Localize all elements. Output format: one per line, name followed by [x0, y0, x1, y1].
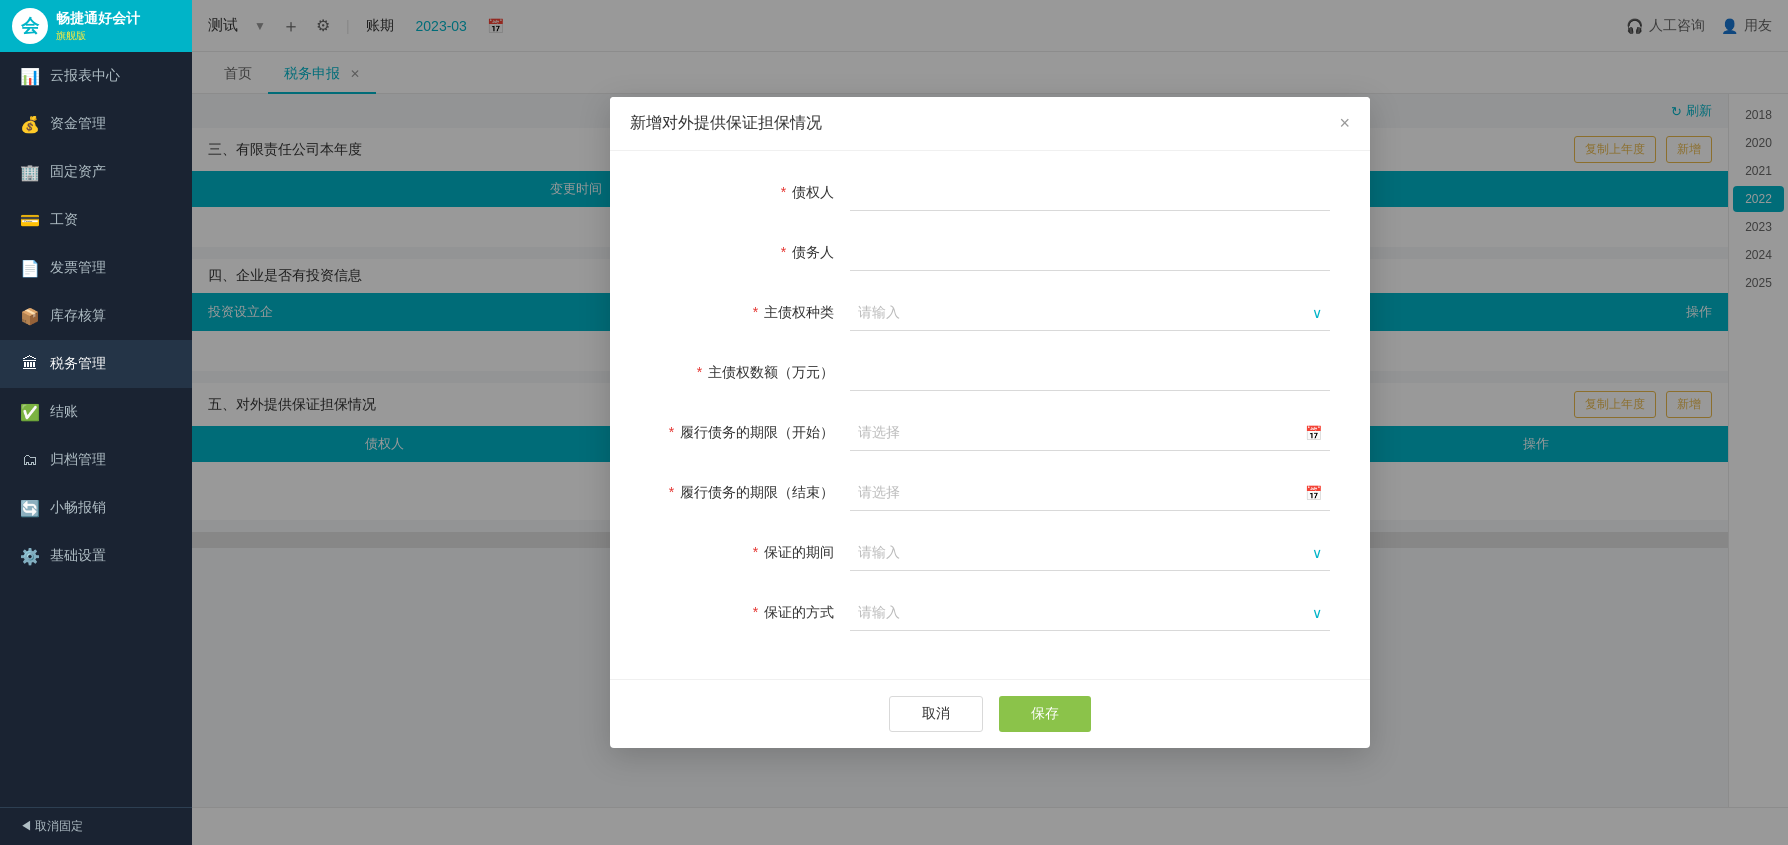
tax-icon: 🏛 — [20, 354, 40, 374]
guarantee-period-chevron-icon: ∨ — [1312, 545, 1322, 561]
sidebar-item-invoice-mgmt[interactable]: 📄 发票管理 — [0, 244, 192, 292]
fixed-assets-icon: 🏢 — [20, 162, 40, 182]
sidebar-item-settlement[interactable]: ✅ 结账 — [0, 388, 192, 436]
sidebar-item-label: 资金管理 — [50, 115, 106, 133]
form-row-creditor: * 债权人 — [650, 175, 1330, 211]
sidebar-item-basic-settings[interactable]: ⚙️ 基础设置 — [0, 532, 192, 580]
form-row-perform-start: * 履行债务的期限（开始） 请选择 📅 — [650, 415, 1330, 451]
sidebar-item-archive[interactable]: 🗂 归档管理 — [0, 436, 192, 484]
sidebar-item-label: 结账 — [50, 403, 78, 421]
modal-body: * 债权人 * 债务人 — [610, 151, 1370, 679]
sidebar-item-label: 发票管理 — [50, 259, 106, 277]
undo-fixed-button[interactable]: ◀ 取消固定 — [0, 807, 192, 845]
logo-icon: 会 — [12, 8, 48, 44]
form-label-guarantee-method: * 保证的方式 — [650, 604, 850, 622]
creditor-input[interactable] — [850, 175, 1330, 211]
sidebar-item-label: 库存核算 — [50, 307, 106, 325]
logo-name: 畅捷通好会计 — [56, 9, 140, 27]
app-logo: 会 畅捷通好会计 旗舰版 — [0, 0, 192, 52]
form-row-debtor: * 债务人 — [650, 235, 1330, 271]
sidebar-item-cloud-reports[interactable]: 📊 云报表中心 — [0, 52, 192, 100]
cancel-button[interactable]: 取消 — [889, 696, 983, 732]
modal-close-button[interactable]: × — [1339, 113, 1350, 134]
fund-mgmt-icon: 💰 — [20, 114, 40, 134]
undo-fixed-label: ◀ 取消固定 — [20, 818, 83, 835]
perform-start-placeholder: 请选择 — [858, 424, 900, 442]
payroll-icon: 💳 — [20, 210, 40, 230]
claim-amount-input[interactable] — [850, 355, 1330, 391]
sidebar-item-tax-mgmt[interactable]: 🏛 税务管理 — [0, 340, 192, 388]
modal-header: 新增对外提供保证担保情况 × — [610, 97, 1370, 151]
perform-end-placeholder: 请选择 — [858, 484, 900, 502]
invoice-icon: 📄 — [20, 258, 40, 278]
sidebar-item-label: 小畅报销 — [50, 499, 106, 517]
guarantee-method-placeholder: 请输入 — [858, 604, 900, 622]
perform-start-datepicker[interactable]: 请选择 📅 — [850, 415, 1330, 451]
sidebar-item-label: 税务管理 — [50, 355, 106, 373]
perform-end-calendar-icon: 📅 — [1305, 485, 1322, 501]
main-area: 测试 ▼ ＋ ⚙ | 账期 2023-03 📅 🎧 人工咨询 👤 用友 — [192, 0, 1788, 845]
settings-icon: ⚙️ — [20, 546, 40, 566]
sidebar-item-fund-mgmt[interactable]: 💰 资金管理 — [0, 100, 192, 148]
sidebar-item-fixed-assets[interactable]: 🏢 固定资产 — [0, 148, 192, 196]
modal-footer: 取消 保存 — [610, 679, 1370, 748]
form-label-claim-amount: * 主债权数额（万元） — [650, 364, 850, 382]
form-label-guarantee-period: * 保证的期间 — [650, 544, 850, 562]
xiaochang-icon: 🔄 — [20, 498, 40, 518]
form-label-creditor: * 债权人 — [650, 184, 850, 202]
logo-text-area: 畅捷通好会计 旗舰版 — [56, 9, 140, 43]
claim-type-select[interactable]: 请输入 ∨ — [850, 295, 1330, 331]
modal-dialog: 新增对外提供保证担保情况 × * 债权人 * — [610, 97, 1370, 748]
sidebar-item-label: 云报表中心 — [50, 67, 120, 85]
form-row-perform-end: * 履行债务的期限（结束） 请选择 📅 — [650, 475, 1330, 511]
guarantee-period-select[interactable]: 请输入 ∨ — [850, 535, 1330, 571]
logo-badge: 旗舰版 — [56, 29, 140, 43]
sidebar-item-payroll[interactable]: 💳 工资 — [0, 196, 192, 244]
archive-icon: 🗂 — [20, 450, 40, 470]
form-row-guarantee-period: * 保证的期间 请输入 ∨ — [650, 535, 1330, 571]
sidebar-item-label: 归档管理 — [50, 451, 106, 469]
inventory-icon: 📦 — [20, 306, 40, 326]
modal-overlay: 新增对外提供保证担保情况 × * 债权人 * — [192, 0, 1788, 845]
sidebar-item-label: 工资 — [50, 211, 78, 229]
form-label-perform-start: * 履行债务的期限（开始） — [650, 424, 850, 442]
form-label-perform-end: * 履行债务的期限（结束） — [650, 484, 850, 502]
form-label-claim-type: * 主债权种类 — [650, 304, 850, 322]
debtor-input[interactable] — [850, 235, 1330, 271]
sidebar: 会 畅捷通好会计 旗舰版 📊 云报表中心 💰 资金管理 🏢 固定资产 💳 — [0, 0, 192, 845]
modal-title: 新增对外提供保证担保情况 — [630, 113, 822, 134]
claim-type-chevron-icon: ∨ — [1312, 305, 1322, 321]
form-row-guarantee-method: * 保证的方式 请输入 ∨ — [650, 595, 1330, 631]
claim-type-placeholder: 请输入 — [858, 304, 900, 322]
guarantee-method-chevron-icon: ∨ — [1312, 605, 1322, 621]
sidebar-nav: 📊 云报表中心 💰 资金管理 🏢 固定资产 💳 工资 📄 发票管理 📦 — [0, 52, 192, 807]
sidebar-item-xiaochang[interactable]: 🔄 小畅报销 — [0, 484, 192, 532]
perform-end-datepicker[interactable]: 请选择 📅 — [850, 475, 1330, 511]
guarantee-method-select[interactable]: 请输入 ∨ — [850, 595, 1330, 631]
form-label-debtor: * 债务人 — [650, 244, 850, 262]
form-row-claim-type: * 主债权种类 请输入 ∨ — [650, 295, 1330, 331]
settlement-icon: ✅ — [20, 402, 40, 422]
sidebar-item-inventory[interactable]: 📦 库存核算 — [0, 292, 192, 340]
form-row-claim-amount: * 主债权数额（万元） — [650, 355, 1330, 391]
perform-start-calendar-icon: 📅 — [1305, 425, 1322, 441]
save-button[interactable]: 保存 — [999, 696, 1091, 732]
sidebar-item-label: 基础设置 — [50, 547, 106, 565]
guarantee-period-placeholder: 请输入 — [858, 544, 900, 562]
cloud-reports-icon: 📊 — [20, 66, 40, 86]
sidebar-item-label: 固定资产 — [50, 163, 106, 181]
